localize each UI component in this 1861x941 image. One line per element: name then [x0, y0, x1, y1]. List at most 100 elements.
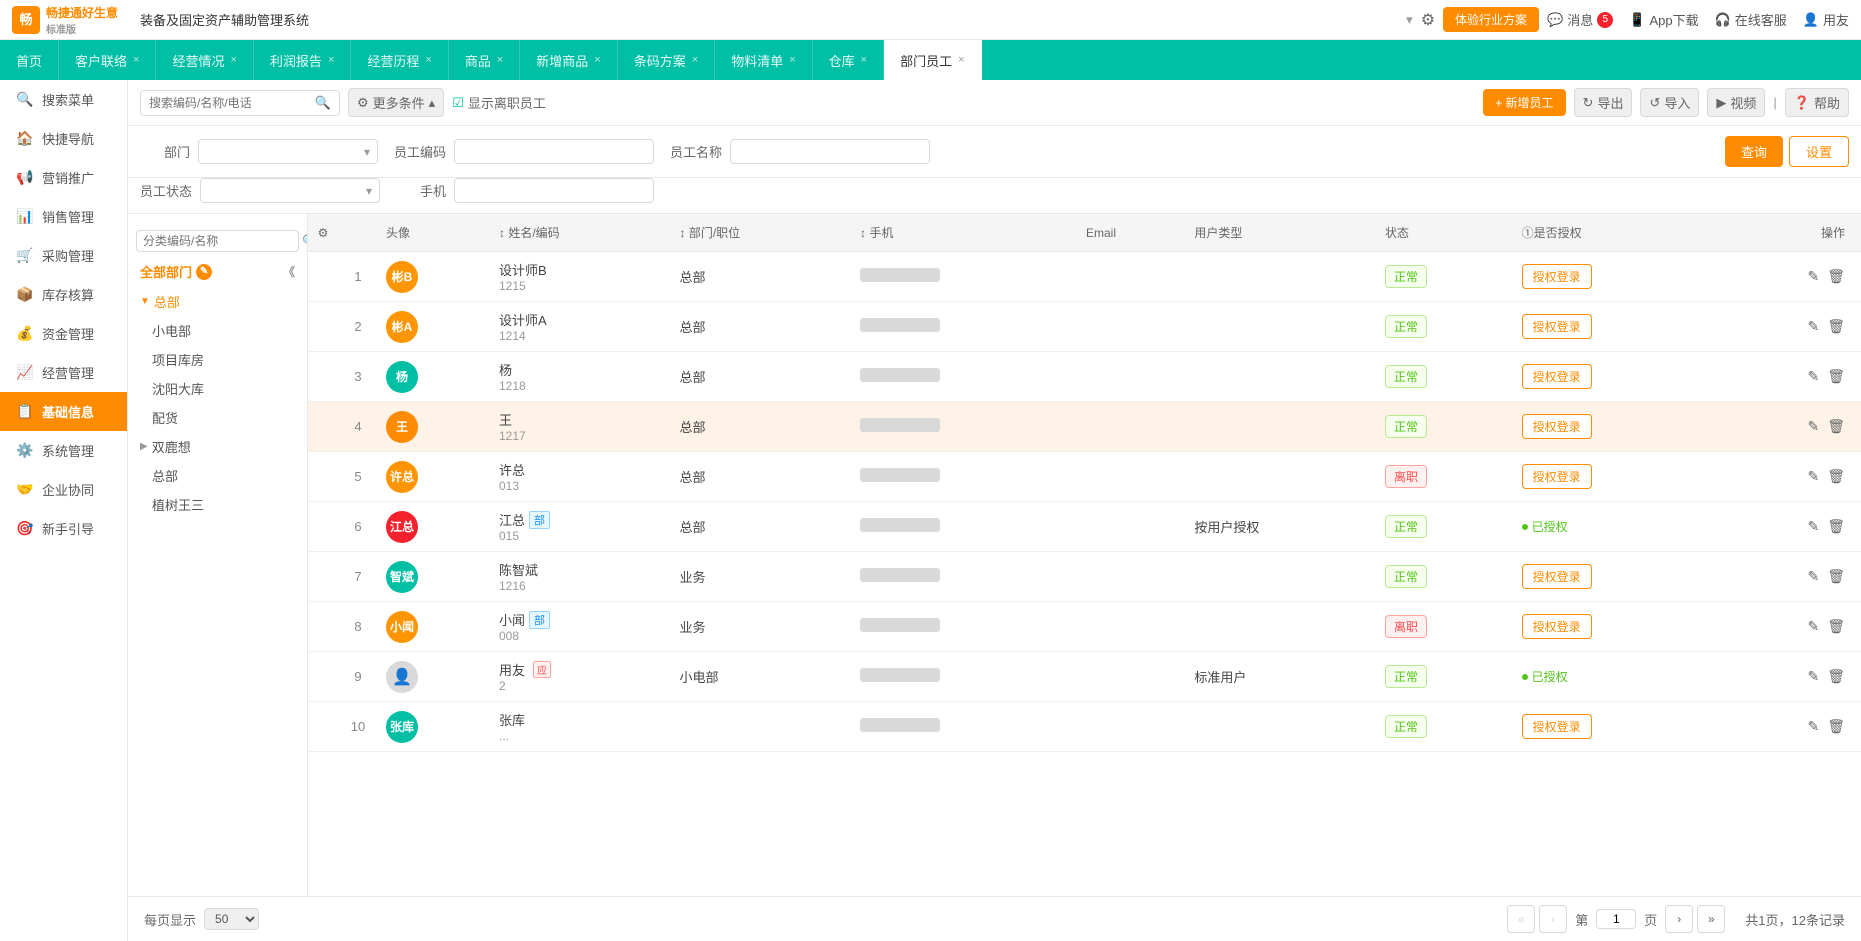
dept-collapse-icon[interactable]: 《 — [283, 263, 295, 280]
edit-button[interactable]: ✎ — [1807, 368, 1819, 385]
first-page-btn[interactable]: « — [1507, 905, 1535, 933]
nav-tab-利润报告[interactable]: 利润报告× — [254, 40, 351, 80]
nav-tab-部门员工[interactable]: 部门员工× — [884, 40, 981, 80]
settings-icon[interactable]: ⚙ — [1421, 10, 1435, 30]
sidebar-item-inventory[interactable]: 📦库存核算 — [0, 275, 127, 314]
auth-login-button[interactable]: 授权登录 — [1522, 414, 1592, 439]
auth-login-button[interactable]: 授权登录 — [1522, 264, 1592, 289]
auth-login-button[interactable]: 授权登录 — [1522, 564, 1592, 589]
sidebar-item-sales[interactable]: 📊销售管理 — [0, 197, 127, 236]
sidebar-item-marketing[interactable]: 📢营销推广 — [0, 158, 127, 197]
nav-tab-仓库[interactable]: 仓库× — [813, 40, 884, 80]
message-btn[interactable]: 💬 消息 5 — [1547, 10, 1613, 29]
dept-all-header[interactable]: 全部部门 ✎ 《 — [128, 256, 307, 287]
sidebar-item-home[interactable]: 🏠快捷导航 — [0, 119, 127, 158]
nav-tab-close[interactable]: × — [861, 54, 867, 66]
nav-tab-close[interactable]: × — [328, 54, 334, 66]
nav-tab-经营情况[interactable]: 经营情况× — [156, 40, 253, 80]
edit-button[interactable]: ✎ — [1807, 268, 1819, 285]
dept-item-xiangmu[interactable]: 项目库房 — [128, 345, 307, 374]
delete-button[interactable]: 🗑 — [1827, 568, 1845, 585]
prev-page-btn[interactable]: ‹ — [1539, 905, 1567, 933]
next-page-btn[interactable]: › — [1665, 905, 1693, 933]
status-select[interactable] — [200, 178, 380, 203]
sidebar-item-system[interactable]: ⚙️系统管理 — [0, 431, 127, 470]
sidebar-item-collaboration[interactable]: 🤝企业协同 — [0, 470, 127, 509]
nav-tab-商品[interactable]: 商品× — [449, 40, 520, 80]
trial-button[interactable]: 体验行业方案 — [1443, 7, 1539, 32]
nav-tab-客户联络[interactable]: 客户联络× — [59, 40, 156, 80]
nav-tab-close[interactable]: × — [789, 54, 795, 66]
edit-button[interactable]: ✎ — [1807, 618, 1819, 635]
sidebar-item-guide[interactable]: 🎯新手引导 — [0, 509, 127, 548]
service-btn[interactable]: 🎧 在线客服 — [1715, 10, 1787, 29]
dept-search-input[interactable] — [143, 234, 298, 248]
app-download-btn[interactable]: 📱 App下载 — [1629, 10, 1698, 29]
sidebar-item-search[interactable]: 🔍搜索菜单 — [0, 80, 127, 119]
edit-button[interactable]: ✎ — [1807, 318, 1819, 335]
nav-tab-经营历程[interactable]: 经营历程× — [351, 40, 448, 80]
edit-button[interactable]: ✎ — [1807, 718, 1819, 735]
auth-login-button[interactable]: 授权登录 — [1522, 314, 1592, 339]
dept-item-zhishu[interactable]: 植树王三 — [128, 490, 307, 519]
video-button[interactable]: ▶ 视频 — [1707, 88, 1765, 117]
search-input[interactable] — [149, 96, 311, 110]
more-filter-btn[interactable]: ⚙ 更多条件 ▴ — [348, 88, 444, 117]
dept-select[interactable] — [198, 139, 378, 164]
th-name[interactable]: ↕ 姓名/编码 — [491, 214, 672, 252]
delete-button[interactable]: 🗑 — [1827, 368, 1845, 385]
sidebar-item-management[interactable]: 📈经营管理 — [0, 353, 127, 392]
nav-tab-close[interactable]: × — [958, 54, 964, 66]
dept-settings-icon[interactable]: ✎ — [196, 264, 212, 280]
search-icon[interactable]: 🔍 — [315, 95, 331, 111]
th-settings[interactable]: ⚙ — [308, 214, 338, 252]
query-button[interactable]: 查询 — [1725, 136, 1783, 167]
dept-item-shenyang[interactable]: 沈阳大库 — [128, 374, 307, 403]
nav-tab-close[interactable]: × — [692, 54, 698, 66]
delete-button[interactable]: 🗑 — [1827, 518, 1845, 535]
th-phone[interactable]: ↕ 手机 — [852, 214, 1078, 252]
sidebar-item-basic-info[interactable]: 📋基础信息 — [0, 392, 127, 431]
nav-tab-新增商品[interactable]: 新增商品× — [520, 40, 617, 80]
help-text[interactable]: | — [1773, 95, 1776, 110]
delete-button[interactable]: 🗑 — [1827, 718, 1845, 735]
dept-item-shuanglu[interactable]: ▶ 双鹿想 — [128, 432, 307, 461]
dept-item-zongbu-parent[interactable]: ▼ 总部 — [128, 287, 307, 316]
delete-button[interactable]: 🗑 — [1827, 318, 1845, 335]
nav-tab-条码方案[interactable]: 条码方案× — [618, 40, 715, 80]
help-button[interactable]: ❓ 帮助 — [1785, 88, 1849, 117]
edit-button[interactable]: ✎ — [1807, 468, 1819, 485]
last-page-btn[interactable]: » — [1697, 905, 1725, 933]
nav-tab-物料清单[interactable]: 物料清单× — [715, 40, 812, 80]
emp-code-input[interactable] — [454, 139, 654, 164]
auth-login-button[interactable]: 授权登录 — [1522, 464, 1592, 489]
edit-button[interactable]: ✎ — [1807, 568, 1819, 585]
import-button[interactable]: ↺ 导入 — [1640, 88, 1699, 117]
emp-name-input[interactable] — [730, 139, 930, 164]
nav-tab-close[interactable]: × — [497, 54, 503, 66]
nav-tab-close[interactable]: × — [594, 54, 600, 66]
delete-button[interactable]: 🗑 — [1827, 468, 1845, 485]
sidebar-item-finance[interactable]: 💰资金管理 — [0, 314, 127, 353]
dept-item-xiaodian[interactable]: 小电部 — [128, 316, 307, 345]
add-employee-button[interactable]: + 新增员工 — [1483, 89, 1565, 116]
delete-button[interactable]: 🗑 — [1827, 668, 1845, 685]
dept-item-zongbu2[interactable]: 总部 — [128, 461, 307, 490]
dept-item-peihuo[interactable]: 配货 — [128, 403, 307, 432]
edit-button[interactable]: ✎ — [1807, 668, 1819, 685]
nav-tab-首页[interactable]: 首页 — [0, 40, 59, 80]
reset-button[interactable]: 设置 — [1789, 136, 1849, 167]
th-dept[interactable]: ↕ 部门/职位 — [672, 214, 853, 252]
edit-button[interactable]: ✎ — [1807, 418, 1819, 435]
auth-login-button[interactable]: 授权登录 — [1522, 364, 1592, 389]
show-resigned-checkbox[interactable]: ☑ 显示离职员工 — [452, 93, 546, 112]
delete-button[interactable]: 🗑 — [1827, 618, 1845, 635]
nav-tab-close[interactable]: × — [133, 54, 139, 66]
nav-tab-close[interactable]: × — [230, 54, 236, 66]
sidebar-item-purchase[interactable]: 🛒采购管理 — [0, 236, 127, 275]
per-page-select[interactable]: 50 100 200 — [204, 908, 259, 930]
delete-button[interactable]: 🗑 — [1827, 418, 1845, 435]
delete-button[interactable]: 🗑 — [1827, 268, 1845, 285]
phone-input[interactable] — [454, 178, 654, 203]
auth-login-button[interactable]: 授权登录 — [1522, 614, 1592, 639]
